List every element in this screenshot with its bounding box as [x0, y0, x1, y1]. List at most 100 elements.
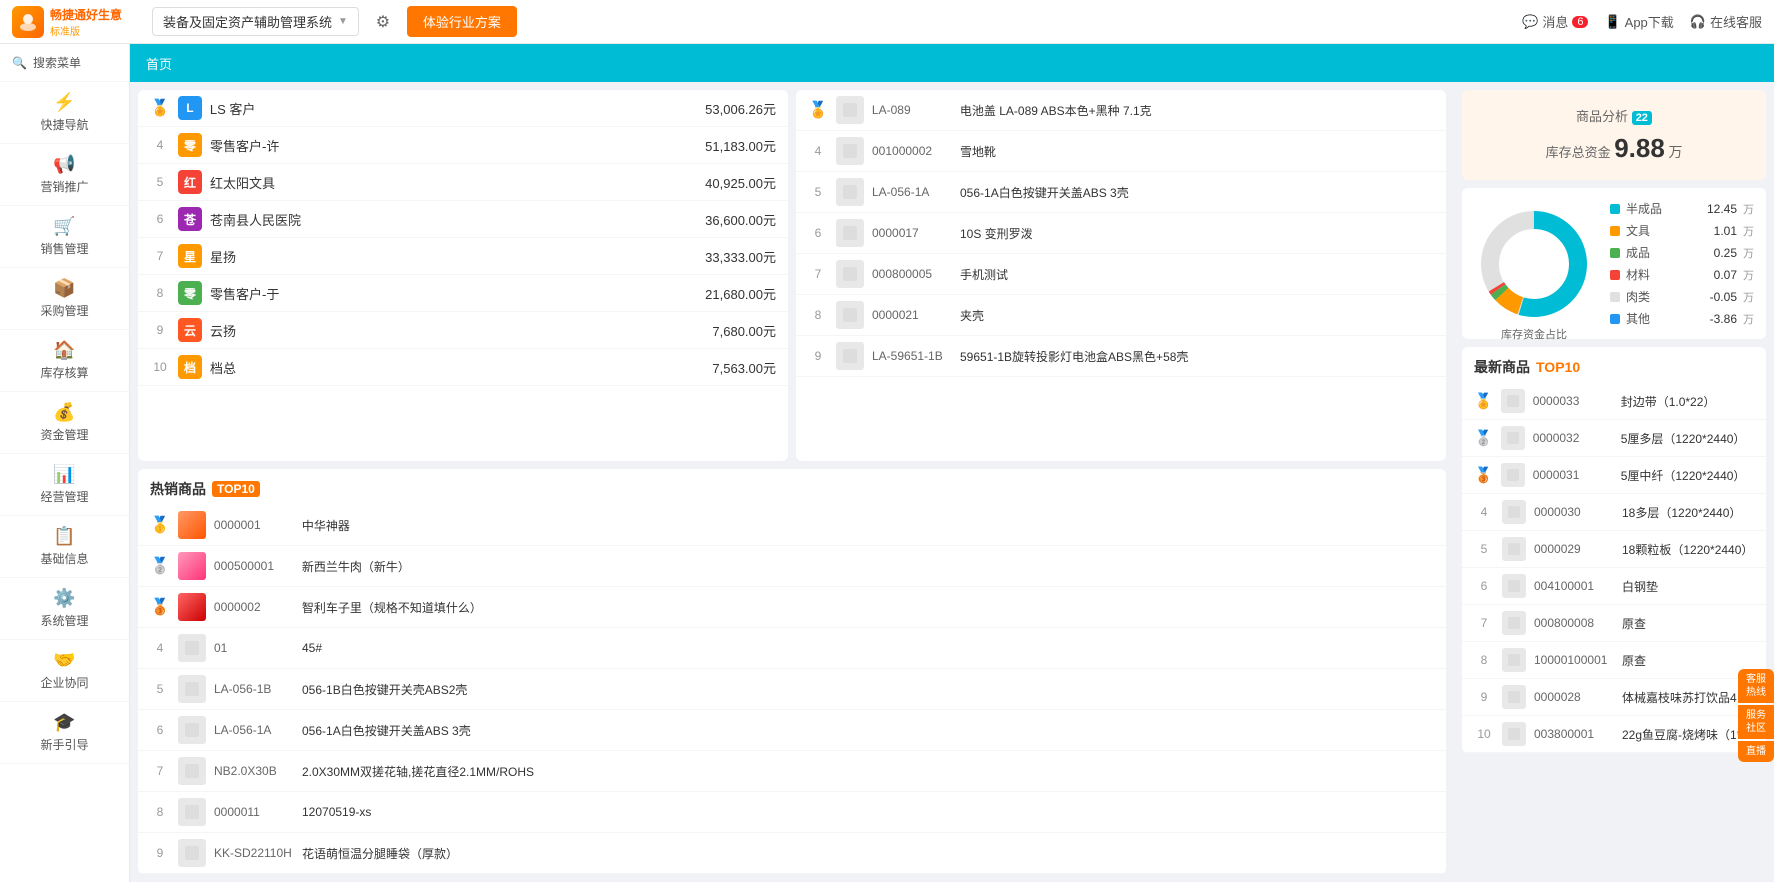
customer-service-button[interactable]: 客服 热线	[1738, 669, 1774, 703]
newest-products-title: 最新商品 TOP10	[1462, 347, 1766, 383]
search-menu-label: 搜索菜单	[33, 54, 81, 71]
top-right-area: 💬 消息 6 📱 App下载 🎧 在线客服	[1522, 12, 1762, 31]
live-button[interactable]: 直播	[1738, 741, 1774, 762]
system-icon: ⚙️	[53, 588, 75, 609]
product-code: NB2.0X30B	[214, 764, 294, 778]
newest-product-name: 原查	[1622, 652, 1754, 669]
headset-icon: 🎧	[1690, 14, 1706, 30]
newest-product-image	[1502, 500, 1526, 524]
online-service-button[interactable]: 🎧 在线客服	[1690, 12, 1762, 31]
customer-avatar: 星	[178, 244, 202, 268]
product-code: 001000002	[872, 144, 952, 158]
sidebar-item-operations[interactable]: 📊 经营管理	[0, 454, 129, 516]
rank-medal-icon: 🏅	[150, 98, 170, 118]
sidebar-item-enterprise[interactable]: 🤝 企业协同	[0, 640, 129, 702]
legend-item: 半成品 12.45 万	[1610, 200, 1754, 217]
total-unit: 万	[1668, 144, 1682, 160]
legend-color-dot	[1610, 292, 1620, 302]
marketing-icon: 📢	[53, 154, 75, 175]
product-image-placeholder	[178, 798, 206, 826]
rank-number: 6	[1474, 579, 1494, 593]
product-name: 雪地靴	[960, 143, 1434, 160]
sidebar: 🔍 搜索菜单 ⚡ 快捷导航 📢 营销推广 🛒 销售管理 📦 采购管理 🏠 库存核…	[0, 44, 130, 882]
newest-product-image	[1502, 722, 1526, 746]
product-image-placeholder	[178, 757, 206, 785]
sidebar-label-operations: 经营管理	[40, 488, 88, 505]
sidebar-label-marketing: 营销推广	[40, 178, 88, 195]
sidebar-item-inventory[interactable]: 🏠 库存核算	[0, 330, 129, 392]
rank-number: 7	[150, 764, 170, 778]
sidebar-item-quick-nav[interactable]: ⚡ 快捷导航	[0, 82, 129, 144]
hot-product-row: 6 LA-056-1A 056-1A白色按键开关盖ABS 3壳	[138, 710, 1446, 751]
rank-number: 10	[150, 360, 170, 374]
message-label: 消息	[1542, 12, 1568, 31]
search-menu[interactable]: 🔍 搜索菜单	[0, 44, 129, 82]
newest-product-image	[1501, 389, 1525, 413]
product-name: 手机测试	[960, 266, 1434, 283]
customer-amount: 51,183.00元	[705, 136, 776, 155]
sidebar-item-marketing[interactable]: 📢 营销推广	[0, 144, 129, 206]
product-thumbnail	[836, 178, 864, 206]
rank-number: 9	[808, 349, 828, 363]
hot-product-row: 8 0000011 12070519-xs	[138, 792, 1446, 833]
newest-product-row: 🏅 0000033 封边带（1.0*22）	[1462, 383, 1766, 420]
rank-number: 4	[150, 138, 170, 152]
rank-gold-icon: 🥇	[150, 515, 170, 535]
customer-avatar: 苍	[178, 207, 202, 231]
newest-product-row: 6 004100001 白钢垫	[1462, 568, 1766, 605]
sidebar-item-sales[interactable]: 🛒 销售管理	[0, 206, 129, 268]
logo-title: 畅捷通好生意	[50, 6, 122, 23]
legend-item: 文具 1.01 万	[1610, 222, 1754, 239]
sidebar-item-newbie[interactable]: 🎓 新手引导	[0, 702, 129, 764]
hot-product-right-row: 🏅 LA-089 电池盖 LA-089 ABS本色+黑种 7.1克	[796, 90, 1446, 131]
product-thumbnail	[836, 137, 864, 165]
hot-product-row: 🥈 000500001 新西兰牛肉（新牛）	[138, 546, 1446, 587]
rank-number: 4	[808, 144, 828, 158]
legend-unit: 万	[1743, 201, 1754, 217]
newest-product-image	[1502, 611, 1526, 635]
rank-number: 8	[150, 286, 170, 300]
system-selector[interactable]: 装备及固定资产辅助管理系统 ▼	[152, 7, 359, 36]
newest-product-name: 原查	[1622, 615, 1754, 632]
chart-label: 库存资金占比	[1501, 326, 1567, 342]
sidebar-item-basics[interactable]: 📋 基础信息	[0, 516, 129, 578]
rank-number: 8	[808, 308, 828, 322]
rank-silver-icon: 🥈	[1474, 429, 1493, 447]
rank-number: 7	[1474, 616, 1494, 630]
rank-number: 10	[1474, 727, 1494, 741]
chart-area: 库存资金占比 半成品 12.45 万 文具 1.01 万 成品 0.25 万 材…	[1462, 188, 1766, 339]
section-label: 商品分析	[1576, 109, 1628, 124]
customer-avatar: 零	[178, 281, 202, 305]
customer-amount: 36,600.00元	[705, 210, 776, 229]
sidebar-item-finance[interactable]: 💰 资金管理	[0, 392, 129, 454]
rank-number: 8	[1474, 653, 1494, 667]
product-image	[178, 552, 206, 580]
hot-product-right-row: 4 001000002 雪地靴	[796, 131, 1446, 172]
newest-product-row: 9 0000028 体械嘉枝味苏打饮品400毫升（1*15）	[1462, 679, 1766, 716]
settings-button[interactable]: ⚙	[369, 8, 397, 36]
sidebar-item-system[interactable]: ⚙️ 系统管理	[0, 578, 129, 640]
legend-value: 1.01	[1714, 224, 1737, 238]
product-name: 056-1B白色按键开关壳ABS2壳	[302, 681, 1434, 698]
sidebar-item-purchase[interactable]: 📦 采购管理	[0, 268, 129, 330]
rank-number: 5	[1474, 542, 1494, 556]
message-button[interactable]: 💬 消息 6	[1522, 12, 1588, 31]
legend-unit: 万	[1743, 267, 1754, 283]
community-button[interactable]: 服务 社区	[1738, 705, 1774, 739]
logo-icon	[12, 6, 44, 38]
rank-number: 4	[1474, 505, 1494, 519]
donut-chart: 库存资金占比	[1474, 204, 1594, 324]
newbie-icon: 🎓	[53, 712, 75, 733]
rank-number: 7	[150, 249, 170, 263]
newest-product-name: 5厘中纤（1220*2440）	[1621, 467, 1754, 484]
trial-button[interactable]: 体验行业方案	[407, 6, 517, 37]
chart-legend: 半成品 12.45 万 文具 1.01 万 成品 0.25 万 材料 0.07 …	[1610, 200, 1754, 327]
product-name: 花语萌恒温分腿睡袋（厚款）	[302, 845, 1434, 862]
newest-product-image	[1502, 648, 1526, 672]
hot-product-right-row: 6 0000017 10S 变刑罗泼	[796, 213, 1446, 254]
newest-product-code: 0000033	[1533, 394, 1613, 408]
product-name: 新西兰牛肉（新牛）	[302, 558, 1434, 575]
app-download-button[interactable]: 📱 App下载	[1604, 12, 1673, 31]
product-code: 000500001	[214, 559, 294, 573]
newest-product-name: 体械嘉枝味苏打饮品400毫升（1*15）	[1622, 689, 1754, 706]
